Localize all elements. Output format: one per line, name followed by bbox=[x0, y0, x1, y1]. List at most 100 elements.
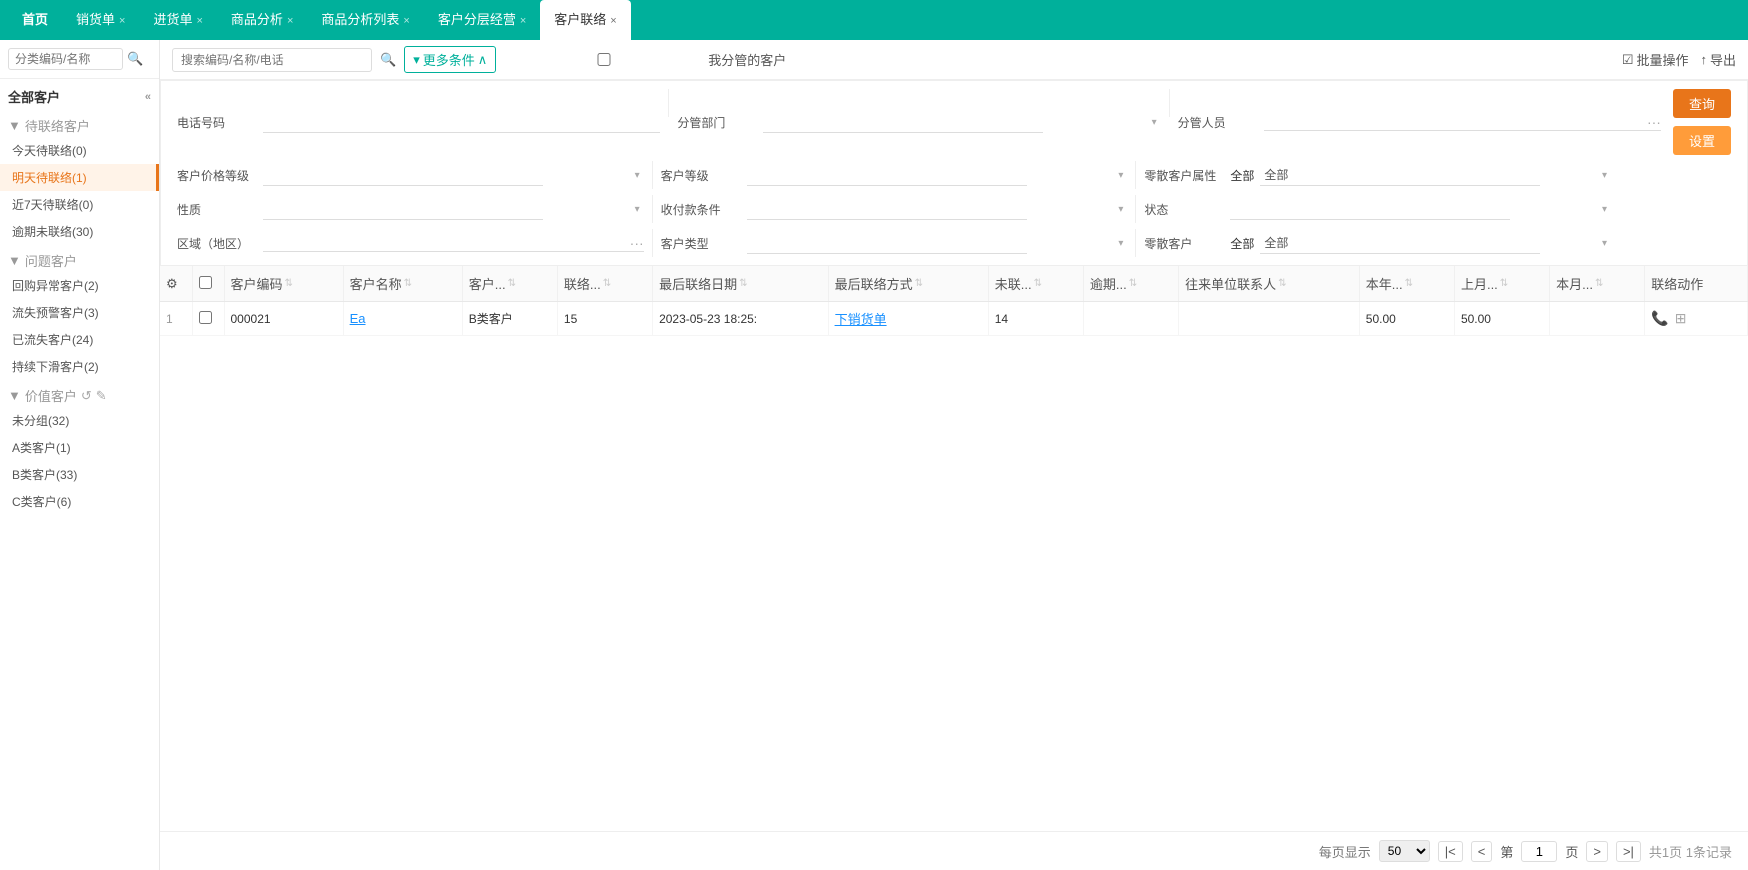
row-last-contact-method[interactable]: 下销货单 bbox=[828, 302, 988, 336]
nav-customer-contact[interactable]: 客户联络× bbox=[540, 0, 630, 40]
filter-manager: 分管人员 ··· bbox=[1178, 89, 1661, 155]
sidebar-collapse-icon[interactable]: « bbox=[145, 91, 151, 103]
row-action-grid-icon[interactable]: ⊞ bbox=[1675, 310, 1687, 327]
sidebar-item-churned[interactable]: 已流失客户(24) bbox=[0, 326, 159, 353]
sidebar-item-abnormal-repurchase[interactable]: 回购异常客户(2) bbox=[0, 272, 159, 299]
filter-scatter-customer-label: 零散客户 bbox=[1144, 235, 1224, 252]
col-last-contact-date[interactable]: 最后联络日期⇅ bbox=[653, 266, 829, 302]
checkbox-icon: ☑ bbox=[1622, 52, 1634, 68]
filter-customer-type: 客户类型 bbox=[661, 233, 1128, 254]
nav-product-analysis-list[interactable]: 商品分析列表× bbox=[307, 0, 423, 40]
page-label: 第 bbox=[1500, 842, 1513, 861]
sidebar-item-class-c[interactable]: C类客户(6) bbox=[0, 488, 159, 515]
sidebar-item-declining[interactable]: 持续下滑客户(2) bbox=[0, 353, 159, 380]
sidebar-item-ungrouped[interactable]: 未分组(32) bbox=[0, 407, 159, 434]
more-filter-button[interactable]: ▾ 更多条件 ∧ bbox=[404, 46, 496, 73]
toolbar-search-button[interactable]: 🔍 bbox=[380, 52, 396, 68]
col-this-month[interactable]: 本月...⇅ bbox=[1550, 266, 1645, 302]
sidebar-search-input[interactable] bbox=[8, 48, 123, 70]
action-buttons: 查询 设置 bbox=[1661, 89, 1731, 155]
col-uncontact-days[interactable]: 未联...⇅ bbox=[988, 266, 1083, 302]
sidebar-all-customers[interactable]: 全部客户 « bbox=[0, 79, 159, 110]
col-this-year[interactable]: 本年...⇅ bbox=[1359, 266, 1454, 302]
per-page-select[interactable]: 50 10 20 100 bbox=[1379, 840, 1430, 862]
row-customer-type: B类客户 bbox=[462, 302, 557, 336]
sidebar-item-overdue[interactable]: 逾期未联络(30) bbox=[0, 218, 159, 245]
top-nav: 首页 销货单× 进货单× 商品分析× 商品分析列表× 客户分层经营× 客户联络× bbox=[0, 0, 1748, 40]
toolbar: 🔍 ▾ 更多条件 ∧ 我分管的客户 ☑ 批量操作 ↑ 导出 bbox=[160, 40, 1748, 80]
customer-table: ⚙ 客户编码⇅ 客户名称⇅ 客户...⇅ 联络...⇅ 最后联络日期⇅ 最后联络… bbox=[160, 266, 1748, 336]
filter-price-level-select[interactable] bbox=[263, 165, 543, 186]
sidebar: 🔍 全部客户 « ▼ 待联络客户 今天待联络(0) 明天待联络(1) 近7天待联… bbox=[0, 40, 160, 870]
my-customers-checkbox[interactable] bbox=[504, 53, 704, 66]
filter-region-dots[interactable]: ··· bbox=[630, 235, 644, 251]
filter-phone-input[interactable] bbox=[263, 112, 660, 133]
filter-customer-type-select[interactable] bbox=[747, 233, 1027, 254]
filter-scatter-customer-select[interactable]: 全部 bbox=[1260, 233, 1540, 254]
row-num: 1 bbox=[160, 302, 192, 336]
col-contact-person[interactable]: 往来单位联系人⇅ bbox=[1179, 266, 1360, 302]
filter-icon: ▾ bbox=[413, 52, 420, 68]
page-number-input[interactable] bbox=[1521, 841, 1557, 862]
col-settings[interactable]: ⚙ bbox=[160, 266, 192, 302]
filter-status-select[interactable] bbox=[1230, 199, 1510, 220]
first-page-button[interactable]: |< bbox=[1438, 841, 1463, 862]
col-overdue[interactable]: 逾期...⇅ bbox=[1083, 266, 1178, 302]
my-customers-checkbox-label[interactable]: 我分管的客户 bbox=[504, 50, 786, 69]
row-action-call-icon[interactable]: 📞 bbox=[1651, 310, 1668, 327]
sidebar-search-icon[interactable]: 🔍 bbox=[127, 51, 143, 67]
filter-scatter-attr-label: 零散客户属性 bbox=[1144, 167, 1224, 184]
filter-scatter-attr-select[interactable]: 全部 bbox=[1260, 165, 1540, 186]
row-last-contact-date: 2023-05-23 18:25: bbox=[653, 302, 829, 336]
filter-dept-select[interactable] bbox=[763, 112, 1043, 133]
row-select[interactable] bbox=[192, 302, 224, 336]
col-customer-type[interactable]: 客户...⇅ bbox=[462, 266, 557, 302]
filter-nature-select[interactable] bbox=[263, 199, 543, 220]
col-customer-name[interactable]: 客户名称⇅ bbox=[343, 266, 462, 302]
sidebar-item-class-a[interactable]: A类客户(1) bbox=[0, 434, 159, 461]
col-customer-code[interactable]: 客户编码⇅ bbox=[224, 266, 343, 302]
filter-phone: 电话号码 bbox=[177, 89, 660, 155]
search-input[interactable] bbox=[172, 48, 372, 72]
export-button[interactable]: ↑ 导出 bbox=[1700, 50, 1736, 69]
filter-payment-terms-select[interactable] bbox=[747, 199, 1027, 220]
prev-page-button[interactable]: < bbox=[1471, 841, 1493, 862]
row-checkbox[interactable] bbox=[199, 311, 212, 324]
col-action: 联络动作 bbox=[1645, 266, 1748, 302]
filter-customer-level: 客户等级 bbox=[661, 165, 1128, 186]
nav-home[interactable]: 首页 bbox=[8, 0, 62, 40]
sidebar-item-7days[interactable]: 近7天待联络(0) bbox=[0, 191, 159, 218]
col-last-contact-method[interactable]: 最后联络方式⇅ bbox=[828, 266, 988, 302]
row-customer-name[interactable]: Ea bbox=[343, 302, 462, 336]
nav-sales-order[interactable]: 销货单× bbox=[62, 0, 139, 40]
toolbar-right: ☑ 批量操作 ↑ 导出 bbox=[1622, 50, 1736, 69]
filter-dept: 分管部门 bbox=[677, 89, 1160, 155]
next-page-button[interactable]: > bbox=[1586, 841, 1608, 862]
batch-op-button[interactable]: ☑ 批量操作 bbox=[1622, 50, 1689, 69]
select-all-checkbox[interactable] bbox=[199, 276, 212, 289]
page-unit: 页 bbox=[1565, 842, 1578, 861]
query-button[interactable]: 查询 bbox=[1673, 89, 1731, 118]
nav-product-analysis[interactable]: 商品分析× bbox=[217, 0, 307, 40]
settings-button[interactable]: 设置 bbox=[1673, 126, 1731, 155]
col-contact-count[interactable]: 联络...⇅ bbox=[557, 266, 652, 302]
col-checkbox[interactable] bbox=[192, 266, 224, 302]
last-page-button[interactable]: >| bbox=[1616, 841, 1641, 862]
sidebar-value-refresh-icon[interactable]: ↺ bbox=[81, 388, 92, 404]
filter-panel: 电话号码 分管部门 分管人员 · bbox=[160, 80, 1748, 266]
col-last-month[interactable]: 上月...⇅ bbox=[1454, 266, 1549, 302]
row-this-year: 50.00 bbox=[1359, 302, 1454, 336]
nav-purchase-order[interactable]: 进货单× bbox=[139, 0, 216, 40]
filter-nature: 性质 bbox=[177, 199, 644, 220]
sidebar-item-churn-warning[interactable]: 流失预警客户(3) bbox=[0, 299, 159, 326]
sidebar-problem-group: ▼ 问题客户 bbox=[0, 245, 159, 272]
filter-customer-level-select[interactable] bbox=[747, 165, 1027, 186]
sidebar-value-edit-icon[interactable]: ✎ bbox=[96, 388, 107, 404]
nav-customer-tier[interactable]: 客户分层经营× bbox=[424, 0, 540, 40]
sidebar-item-tomorrow[interactable]: 明天待联络(1) bbox=[0, 164, 159, 191]
sidebar-item-today[interactable]: 今天待联络(0) bbox=[0, 137, 159, 164]
sidebar-item-class-b[interactable]: B类客户(33) bbox=[0, 461, 159, 488]
export-icon: ↑ bbox=[1700, 52, 1707, 67]
filter-manager-dots[interactable]: ··· bbox=[1647, 114, 1661, 130]
row-contact-count: 15 bbox=[557, 302, 652, 336]
